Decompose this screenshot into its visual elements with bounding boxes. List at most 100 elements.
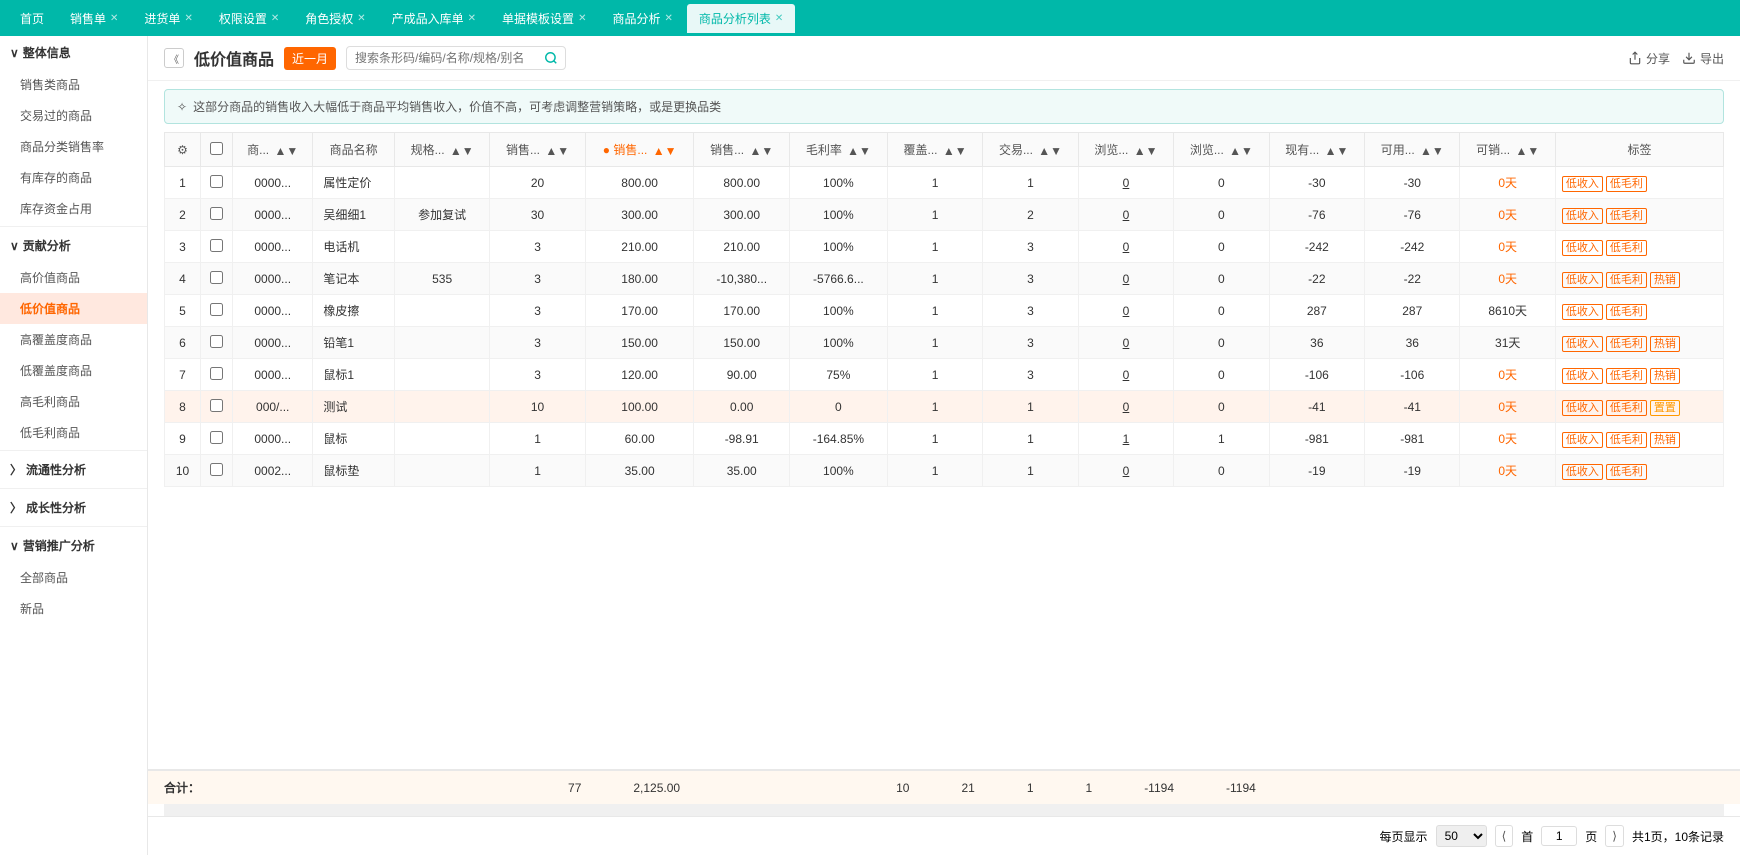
next-page-btn[interactable]: ⟩ [1605, 825, 1624, 847]
cell-view1[interactable]: 0 [1078, 231, 1173, 263]
nav-purchase[interactable]: 进货单 ✕ [132, 4, 204, 33]
sidebar-item-high-coverage[interactable]: 高覆盖度商品 [0, 324, 147, 355]
settings-icon[interactable]: ⚙ [177, 143, 188, 157]
nav-template[interactable]: 单据模板设置 ✕ [490, 4, 598, 33]
th-saleable[interactable]: 可销... ▲▼ [1460, 133, 1555, 167]
nav-analysis[interactable]: 商品分析 ✕ [600, 4, 684, 33]
cell-view1[interactable]: 0 [1078, 359, 1173, 391]
cell-checkbox[interactable] [201, 199, 233, 231]
cell-view1[interactable]: 0 [1078, 391, 1173, 423]
collapse-sidebar-btn[interactable]: 《 [164, 48, 184, 68]
th-trade[interactable]: 交易... ▲▼ [983, 133, 1078, 167]
period-button[interactable]: 近一月 [284, 47, 336, 70]
nav-close-purchase[interactable]: ✕ [184, 13, 192, 24]
row-checkbox[interactable] [210, 367, 223, 380]
total-view1: 1 [1007, 781, 1054, 795]
cell-checkbox[interactable] [201, 263, 233, 295]
cell-view1[interactable]: 0 [1078, 167, 1173, 199]
sidebar-item-all-goods[interactable]: 全部商品 [0, 562, 147, 593]
sidebar-item-stock-fund[interactable]: 库存资金占用 [0, 193, 147, 224]
nav-product[interactable]: 产成品入库单 ✕ [380, 4, 488, 33]
cell-checkbox[interactable] [201, 231, 233, 263]
cell-checkbox[interactable] [201, 455, 233, 487]
th-code[interactable]: 商... ▲▼ [233, 133, 313, 167]
cell-checkbox[interactable] [201, 327, 233, 359]
th-spec[interactable]: 规格... ▲▼ [394, 133, 489, 167]
search-input[interactable] [346, 46, 566, 70]
cell-view1[interactable]: 0 [1078, 327, 1173, 359]
nav-sales[interactable]: 销售单 ✕ [58, 4, 130, 33]
nav-close-analysis[interactable]: ✕ [664, 13, 672, 24]
first-page-btn[interactable]: ⟨ [1495, 825, 1514, 847]
nav-close-product[interactable]: ✕ [468, 13, 476, 24]
row-checkbox[interactable] [210, 463, 223, 476]
select-all-checkbox[interactable] [210, 142, 223, 155]
cell-tags: 低收入低毛利热销 [1555, 423, 1723, 455]
th-view1[interactable]: 浏览... ▲▼ [1078, 133, 1173, 167]
sidebar-section-growth[interactable]: 〉 成长性分析 [0, 491, 147, 524]
page-number-input[interactable] [1541, 826, 1577, 846]
cell-view1[interactable]: 0 [1078, 199, 1173, 231]
nav-close-template[interactable]: ✕ [578, 13, 586, 24]
sidebar-section-marketing[interactable]: ∨ 营销推广分析 [0, 529, 147, 562]
row-checkbox[interactable] [210, 175, 223, 188]
sidebar-item-high-value[interactable]: 高价值商品 [0, 262, 147, 293]
cell-view1[interactable]: 0 [1078, 295, 1173, 327]
sidebar-item-stock-goods[interactable]: 有库存的商品 [0, 162, 147, 193]
sidebar-item-low-margin[interactable]: 低毛利商品 [0, 417, 147, 448]
cell-spec: 参加复试 [394, 199, 489, 231]
row-checkbox[interactable] [210, 303, 223, 316]
th-price[interactable]: ● 销售... ▲▼ [585, 133, 694, 167]
th-checkbox[interactable] [201, 133, 233, 167]
nav-role[interactable]: 角色授权 ✕ [293, 4, 377, 33]
th-available[interactable]: 可用... ▲▼ [1365, 133, 1460, 167]
nav-close-sales[interactable]: ✕ [110, 13, 118, 24]
th-name[interactable]: 商品名称 [313, 133, 395, 167]
th-settings[interactable]: ⚙ [165, 133, 201, 167]
cell-checkbox[interactable] [201, 391, 233, 423]
cell-coverage: 1 [887, 359, 982, 391]
th-current[interactable]: 现有... ▲▼ [1269, 133, 1364, 167]
nav-home[interactable]: 首页 [8, 4, 56, 33]
sidebar-item-low-value[interactable]: 低价值商品 [0, 293, 147, 324]
cell-spec [394, 391, 489, 423]
scroll-bar[interactable] [164, 804, 1724, 816]
nav-close-role[interactable]: ✕ [357, 13, 365, 24]
nav-analysis-list[interactable]: 商品分析列表 ✕ [687, 4, 795, 33]
sidebar-section-contribution[interactable]: ∨ 贡献分析 [0, 229, 147, 262]
row-checkbox[interactable] [210, 239, 223, 252]
cell-checkbox[interactable] [201, 423, 233, 455]
nav-close-permission[interactable]: ✕ [271, 13, 279, 24]
th-coverage[interactable]: 覆盖... ▲▼ [887, 133, 982, 167]
sidebar-item-high-margin[interactable]: 高毛利商品 [0, 386, 147, 417]
per-page-select[interactable]: 50 100 [1436, 825, 1487, 847]
th-view2[interactable]: 浏览... ▲▼ [1174, 133, 1269, 167]
row-checkbox[interactable] [210, 399, 223, 412]
th-amount[interactable]: 销售... ▲▼ [694, 133, 789, 167]
row-checkbox[interactable] [210, 335, 223, 348]
export-button[interactable]: 导出 [1682, 50, 1724, 67]
th-margin[interactable]: 毛利率 ▲▼ [789, 133, 887, 167]
sidebar-item-category-rate[interactable]: 商品分类销售率 [0, 131, 147, 162]
th-qty[interactable]: 销售... ▲▼ [490, 133, 585, 167]
cell-checkbox[interactable] [201, 359, 233, 391]
cell-view1[interactable]: 0 [1078, 263, 1173, 295]
sidebar-section-flow[interactable]: 〉 流通性分析 [0, 453, 147, 486]
row-checkbox[interactable] [210, 431, 223, 444]
cell-checkbox[interactable] [201, 295, 233, 327]
cell-checkbox[interactable] [201, 167, 233, 199]
nav-permission[interactable]: 权限设置 ✕ [207, 4, 291, 33]
sidebar-section-overall[interactable]: ∨ 整体信息 [0, 36, 147, 69]
sidebar-item-low-coverage[interactable]: 低覆盖度商品 [0, 355, 147, 386]
th-tags[interactable]: 标签 [1555, 133, 1723, 167]
cell-view1[interactable]: 1 [1078, 423, 1173, 455]
row-checkbox[interactable] [210, 271, 223, 284]
share-button[interactable]: 分享 [1628, 50, 1670, 67]
sidebar-item-new-goods[interactable]: 新品 [0, 593, 147, 624]
cell-view1[interactable]: 0 [1078, 455, 1173, 487]
sidebar-item-sales-goods[interactable]: 销售类商品 [0, 69, 147, 100]
nav-close-analysis-list[interactable]: ✕ [775, 13, 783, 24]
row-checkbox[interactable] [210, 207, 223, 220]
total-current: -1194 [1124, 781, 1194, 795]
sidebar-item-traded-goods[interactable]: 交易过的商品 [0, 100, 147, 131]
